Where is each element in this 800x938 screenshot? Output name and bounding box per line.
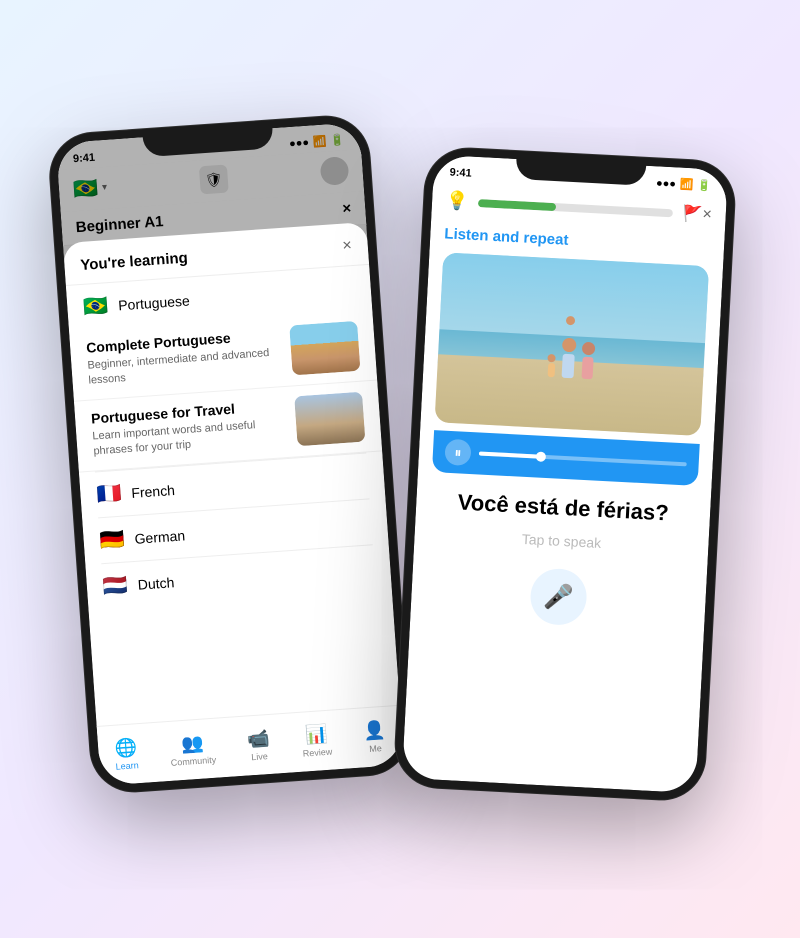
german-flag: 🇩🇪 bbox=[99, 527, 126, 554]
portuguese-label: Portuguese bbox=[118, 292, 191, 313]
german-label: German bbox=[134, 527, 186, 546]
dutch-label: Dutch bbox=[137, 574, 175, 593]
right-status-icons: ●●● 📶 🔋 bbox=[656, 176, 712, 192]
progress-bar-container bbox=[478, 199, 672, 217]
nav-item-community[interactable]: 👥 Community bbox=[169, 732, 217, 768]
nav-item-review[interactable]: 📊 Review bbox=[301, 724, 333, 759]
dutch-flag: 🇳🇱 bbox=[102, 572, 129, 599]
learn-label: Learn bbox=[115, 760, 139, 772]
adult-figure-right bbox=[581, 342, 596, 380]
audio-scrubber[interactable] bbox=[536, 451, 547, 462]
me-label: Me bbox=[369, 743, 382, 754]
right-time-display: 9:41 bbox=[449, 166, 472, 179]
audio-progress-fill bbox=[479, 451, 542, 458]
right-wifi-icon: 📶 bbox=[680, 178, 694, 192]
arc-de-triomphe-thumbnail bbox=[289, 321, 360, 376]
child-on-shoulders bbox=[566, 316, 575, 325]
right-battery-icon: 🔋 bbox=[697, 179, 711, 193]
language-modal: You're learning × 🇧🇷 Portuguese Complete… bbox=[63, 222, 401, 736]
pause-button[interactable]: ⏸ bbox=[444, 439, 471, 466]
course-info: Complete Portuguese Beginner, intermedia… bbox=[86, 326, 283, 389]
community-label: Community bbox=[170, 755, 216, 768]
adult-figure-center bbox=[561, 338, 577, 379]
modal-title: You're learning bbox=[80, 249, 188, 273]
review-icon: 📊 bbox=[304, 724, 328, 747]
right-phone: 9:41 ●●● 📶 🔋 💡 🚩 × bbox=[393, 146, 736, 801]
right-phone-screen: 9:41 ●●● 📶 🔋 💡 🚩 × bbox=[402, 155, 728, 794]
progress-bar-fill bbox=[478, 199, 556, 211]
family-figures bbox=[547, 337, 596, 379]
community-icon: 👥 bbox=[180, 733, 204, 756]
microphone-button[interactable]: 🎤 bbox=[529, 567, 588, 626]
nav-item-live[interactable]: 📹 Live bbox=[246, 728, 271, 762]
nav-item-me[interactable]: 👤 Me bbox=[362, 720, 387, 754]
brazil-flag-modal: 🇧🇷 bbox=[83, 293, 110, 320]
travel-course-info: Portuguese for Travel Learn important wo… bbox=[91, 397, 288, 460]
review-label: Review bbox=[302, 747, 332, 759]
left-phone-screen: 9:41 ●●● 📶 🔋 🇧🇷 ▾ 🛡 bbox=[56, 122, 404, 786]
learn-icon: 🌐 bbox=[114, 737, 138, 760]
french-flag: 🇫🇷 bbox=[96, 481, 123, 508]
audio-progress-bar[interactable] bbox=[479, 451, 687, 466]
french-label: French bbox=[131, 481, 176, 500]
flag-icon[interactable]: 🚩 bbox=[682, 203, 703, 224]
lightbulb-icon: 💡 bbox=[446, 190, 469, 212]
left-phone: 9:41 ●●● 📶 🔋 🇧🇷 ▾ 🛡 bbox=[47, 114, 412, 795]
me-icon: 👤 bbox=[362, 720, 386, 743]
nav-item-learn[interactable]: 🌐 Learn bbox=[114, 737, 139, 772]
mic-container: 🎤 bbox=[409, 545, 707, 648]
lesson-close-button[interactable]: × bbox=[702, 205, 712, 223]
live-label: Live bbox=[251, 751, 268, 762]
live-icon: 📹 bbox=[246, 728, 270, 751]
travel-thumbnail bbox=[294, 392, 365, 447]
right-signal-icon: ●●● bbox=[656, 177, 677, 190]
modal-close-button[interactable]: × bbox=[342, 237, 353, 256]
beach-image bbox=[435, 252, 710, 436]
child-figure bbox=[547, 354, 556, 377]
